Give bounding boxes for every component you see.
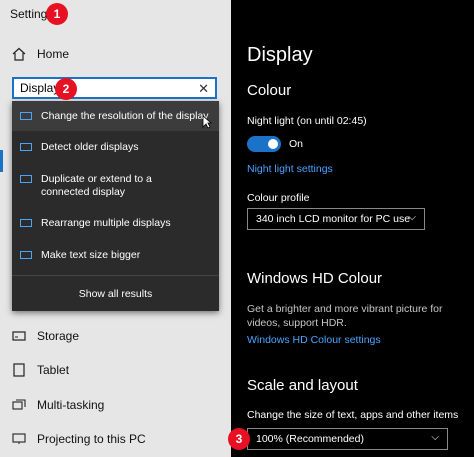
show-all-results-button[interactable]: Show all results xyxy=(12,288,219,300)
multitasking-icon xyxy=(11,397,27,413)
nav-projecting-label: Projecting to this PC xyxy=(37,432,146,446)
monitor-icon xyxy=(20,251,32,259)
scale-label: Change the size of text, apps and other … xyxy=(247,409,459,421)
display-settings-pane: Display Colour Night light (on until 02:… xyxy=(231,0,474,457)
monitor-icon xyxy=(20,143,32,151)
nav-storage[interactable]: Storage xyxy=(0,322,231,350)
nav-home-label: Home xyxy=(37,47,70,61)
toggle-knob xyxy=(268,139,278,149)
nav-multitasking-label: Multi-tasking xyxy=(37,398,105,412)
nav-projecting[interactable]: Projecting to this PC xyxy=(0,425,231,453)
suggestions-divider xyxy=(12,275,219,276)
suggestion-label: Make text size bigger xyxy=(41,249,141,261)
chevron-down-icon: ⌵ xyxy=(408,212,416,223)
search-input-value: Display xyxy=(20,81,60,95)
suggestion-item[interactable]: Make text size bigger xyxy=(12,249,219,262)
chevron-down-icon: ⌵ xyxy=(431,432,439,443)
colour-heading: Colour xyxy=(247,82,292,99)
night-light-label: Night light (on until 02:45) xyxy=(247,115,367,127)
hd-colour-description: Get a brighter and more vibrant picture … xyxy=(247,303,443,329)
callout-3: 3 xyxy=(228,428,250,450)
tablet-icon xyxy=(11,362,27,378)
monitor-icon xyxy=(20,111,32,120)
hd-colour-heading: Windows HD Colour xyxy=(247,270,383,287)
nav-storage-label: Storage xyxy=(37,329,80,343)
home-icon xyxy=(11,46,27,62)
search-input[interactable]: Display ✕ xyxy=(12,77,217,99)
suggestion-item[interactable]: Rearrange multiple displays xyxy=(12,217,219,230)
nav-multitasking[interactable]: Multi-tasking xyxy=(0,391,231,419)
projecting-icon xyxy=(11,431,27,447)
toggle-state-label: On xyxy=(289,138,304,150)
suggestion-label: Detect older displays xyxy=(41,141,139,153)
nav-home[interactable]: Home xyxy=(0,40,231,68)
monitor-icon xyxy=(20,219,32,227)
mouse-cursor-icon xyxy=(202,115,212,129)
scale-select[interactable]: 100% (Recommended) ⌵ xyxy=(247,428,448,450)
settings-nav-pane: Settings 1 Home Display ✕ 2 Storage Tabl… xyxy=(0,0,231,457)
search-suggestions: Change the resolution of the display Det… xyxy=(12,101,219,311)
suggestion-item[interactable]: Detect older displays xyxy=(12,141,219,154)
callout-2: 2 xyxy=(55,78,77,100)
scale-layout-heading: Scale and layout xyxy=(247,377,358,394)
clear-search-icon[interactable]: ✕ xyxy=(198,81,209,97)
nav-tablet[interactable]: Tablet xyxy=(0,356,231,384)
suggestion-item[interactable]: Change the resolution of the display xyxy=(12,101,219,131)
suggestion-label: Rearrange multiple displays xyxy=(41,217,171,229)
colour-profile-label: Colour profile xyxy=(247,192,310,204)
page-title: Display xyxy=(247,44,313,66)
night-light-toggle[interactable] xyxy=(247,136,281,152)
hd-colour-settings-link[interactable]: Windows HD Colour settings xyxy=(247,334,381,346)
colour-profile-value: 340 inch LCD monitor for PC use xyxy=(256,213,411,225)
suggestion-label: Duplicate or extend to a connected displ… xyxy=(41,173,152,198)
storage-icon xyxy=(11,328,27,344)
callout-1: 1 xyxy=(46,3,68,25)
nav-tablet-label: Tablet xyxy=(37,363,70,377)
colour-profile-select[interactable]: 340 inch LCD monitor for PC use ⌵ xyxy=(247,208,425,230)
monitor-icon xyxy=(20,175,32,183)
night-light-settings-link[interactable]: Night light settings xyxy=(247,163,333,175)
selection-indicator xyxy=(0,150,3,172)
suggestion-label: Change the resolution of the display xyxy=(41,109,209,122)
suggestion-item[interactable]: Duplicate or extend to a connected displ… xyxy=(12,173,202,199)
scale-value: 100% (Recommended) xyxy=(256,433,364,445)
